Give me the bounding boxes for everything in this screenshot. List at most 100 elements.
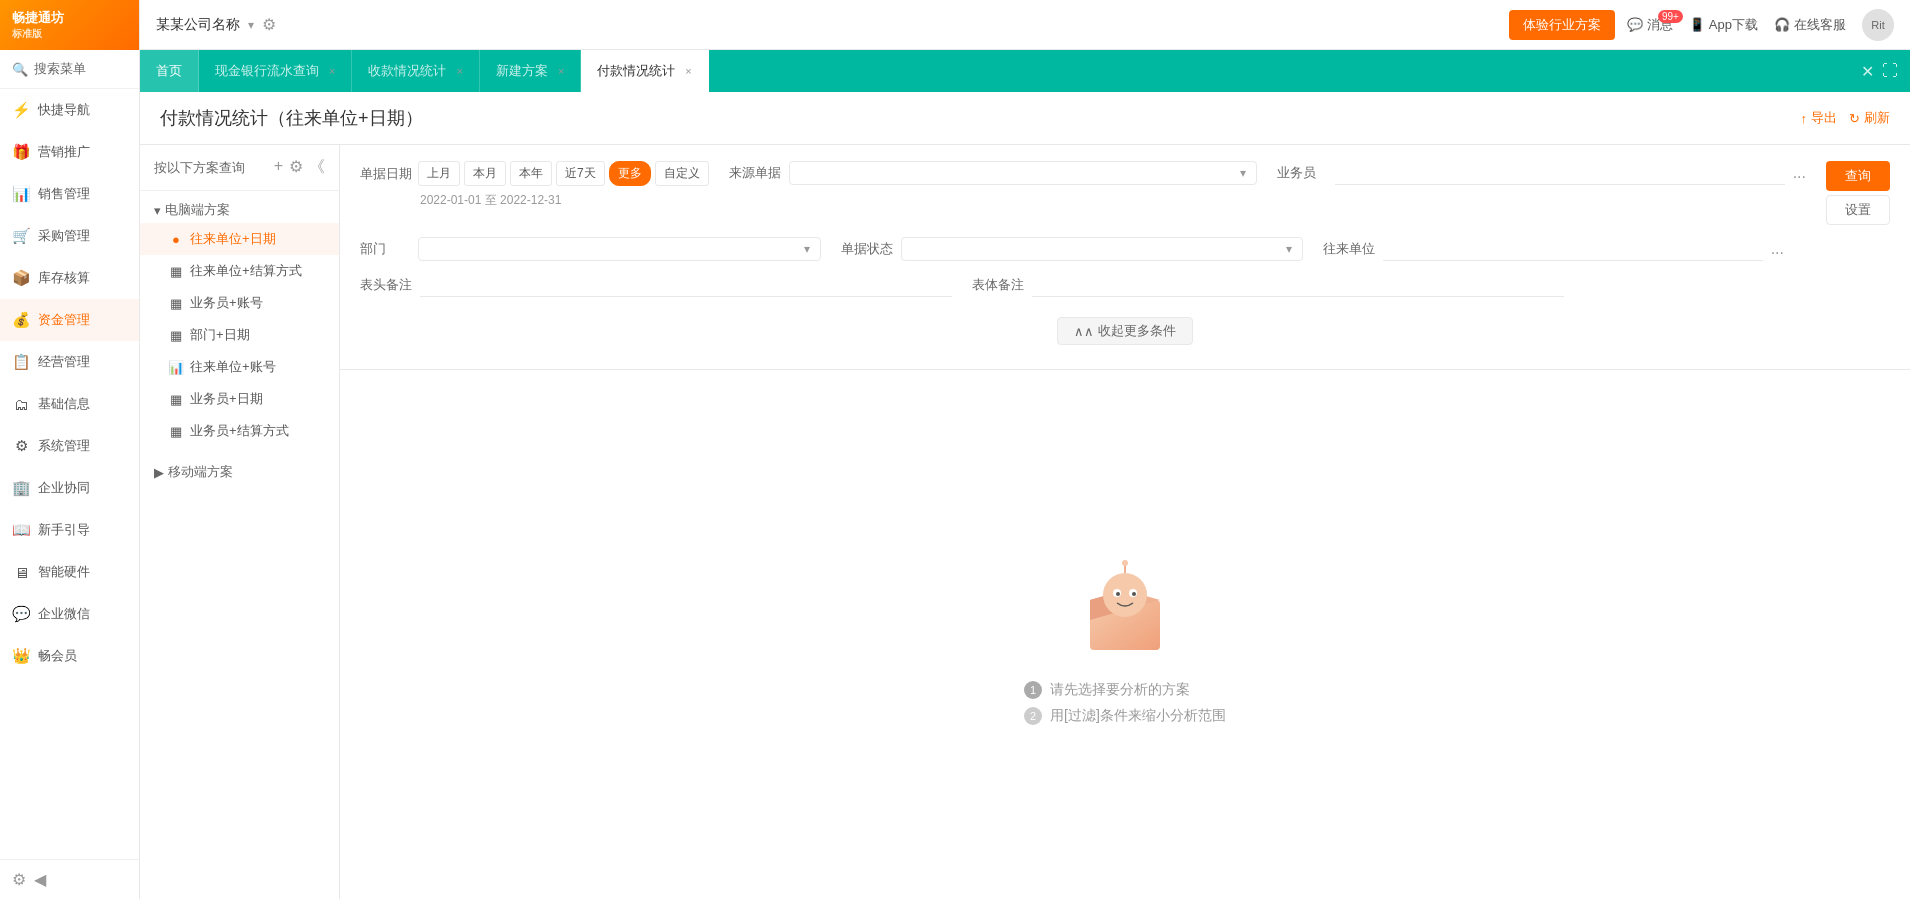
collapse-panel-icon[interactable]: 《 <box>309 157 325 178</box>
user-avatar[interactable]: Rit <box>1862 9 1894 41</box>
schema-group-desktop-header[interactable]: ▾ 电脑端方案 <box>140 197 339 223</box>
refresh-label: 刷新 <box>1864 109 1890 127</box>
phone-icon: 📱 <box>1689 17 1705 32</box>
query-button[interactable]: 查询 <box>1826 161 1890 191</box>
date-btn-this-month[interactable]: 本月 <box>464 161 506 186</box>
tab-bank-flow-close[interactable]: × <box>329 65 335 77</box>
inventory-icon: 📦 <box>12 269 30 287</box>
schema-item-partner-settlement[interactable]: ▦ 往来单位+结算方式 <box>140 255 339 287</box>
date-btn-7days[interactable]: 近7天 <box>556 161 605 186</box>
salesman-input[interactable] <box>1335 161 1784 185</box>
tab-fullscreen-icon[interactable]: ⛶ <box>1882 62 1898 80</box>
schema-group-mobile-header[interactable]: ▶ 移动端方案 <box>140 459 339 485</box>
date-btn-more[interactable]: 更多 <box>609 161 651 186</box>
tab-payment-close[interactable]: × <box>685 65 691 77</box>
add-scheme-icon[interactable]: + <box>274 157 283 178</box>
sidebar-settings-btn[interactable]: ⚙ <box>12 870 26 889</box>
tab-new-scheme[interactable]: 新建方案 × <box>480 50 581 92</box>
basic-info-icon: 🗂 <box>12 395 30 413</box>
quick-nav-icon: ⚡ <box>12 101 30 119</box>
table-icon-5: ▦ <box>168 423 184 439</box>
svg-point-7 <box>1132 592 1136 596</box>
schema-item-partner-date[interactable]: ● 往来单位+日期 <box>140 223 339 255</box>
source-bill-select[interactable]: ▾ <box>789 161 1258 185</box>
filter-row-2: 部门 ▾ 单据状态 ▾ <box>360 237 1890 261</box>
date-btn-last-month[interactable]: 上月 <box>418 161 460 186</box>
notifications-btn[interactable]: 💬 消息 99+ <box>1627 16 1673 34</box>
filter-partner: 往来单位 ... <box>1323 237 1784 261</box>
partner-more-icon[interactable]: ... <box>1771 240 1784 258</box>
schema-item-label: 业务员+日期 <box>190 390 263 408</box>
schema-item-dept-date[interactable]: ▦ 部门+日期 <box>140 319 339 351</box>
hardware-icon: 🖥 <box>12 563 30 581</box>
tab-new-scheme-close[interactable]: × <box>558 65 564 77</box>
sidebar-item-member[interactable]: 👑 畅会员 <box>0 635 139 677</box>
tab-close-all-icon[interactable]: ✕ <box>1861 62 1874 81</box>
dept-select[interactable]: ▾ <box>418 237 821 261</box>
sidebar-item-hardware[interactable]: 🖥 智能硬件 <box>0 551 139 593</box>
salesman-more-icon[interactable]: ... <box>1793 164 1806 182</box>
content-area: 按以下方案查询 + ⚙ 《 ▾ 电脑端方案 ● 往来单位+日期 <box>140 145 1910 899</box>
empty-tip-1: 1 请先选择要分析的方案 <box>1024 681 1226 699</box>
topbar-gear-icon[interactable]: ⚙ <box>262 15 276 34</box>
tab-home[interactable]: 首页 <box>140 50 199 92</box>
schema-item-partner-account[interactable]: 📊 往来单位+账号 <box>140 351 339 383</box>
app-download-label: App下载 <box>1709 16 1758 34</box>
tip-num-1: 1 <box>1024 681 1042 699</box>
sidebar: 畅捷通坊 标准版 🔍 搜索菜单 ⚡ 快捷导航 🎁 营销推广 📊 销售管理 🛒 采… <box>0 0 140 899</box>
sidebar-item-inventory[interactable]: 📦 库存核算 <box>0 257 139 299</box>
enterprise-icon: 🏢 <box>12 479 30 497</box>
capital-icon: 💰 <box>12 311 30 329</box>
settings-button[interactable]: 设置 <box>1826 195 1890 225</box>
export-btn[interactable]: ↑ 导出 <box>1801 109 1838 127</box>
tab-home-label: 首页 <box>156 62 182 80</box>
search-menu[interactable]: 🔍 搜索菜单 <box>0 50 139 89</box>
tab-collection-label: 收款情况统计 <box>368 62 446 80</box>
company-chevron-icon[interactable]: ▾ <box>248 18 254 32</box>
date-btn-custom[interactable]: 自定义 <box>655 161 709 186</box>
bill-status-select[interactable]: ▾ <box>901 237 1302 261</box>
sidebar-item-guide[interactable]: 📖 新手引导 <box>0 509 139 551</box>
schema-item-label: 业务员+结算方式 <box>190 422 289 440</box>
page: 付款情况统计（往来单位+日期） ↑ 导出 ↻ 刷新 按以下方案查询 + <box>140 92 1910 899</box>
query-buttons: 查询 设置 <box>1826 161 1890 225</box>
sidebar-item-capital[interactable]: 💰 资金管理 <box>0 299 139 341</box>
body-note-input[interactable] <box>1032 273 1564 297</box>
tab-bank-flow[interactable]: 现金银行流水查询 × <box>199 50 352 92</box>
sales-icon: 📊 <box>12 185 30 203</box>
sidebar-collapse-btn[interactable]: ◀ <box>34 870 46 889</box>
sidebar-item-label: 新手引导 <box>38 521 90 539</box>
trial-button[interactable]: 体验行业方案 <box>1509 10 1615 40</box>
tab-payment-stats[interactable]: 付款情况统计 × <box>581 50 708 92</box>
settings-scheme-icon[interactable]: ⚙ <box>289 157 303 178</box>
partner-input[interactable] <box>1383 237 1763 261</box>
sidebar-item-wechat[interactable]: 💬 企业微信 <box>0 593 139 635</box>
sidebar-item-purchase[interactable]: 🛒 采购管理 <box>0 215 139 257</box>
online-service-btn[interactable]: 🎧 在线客服 <box>1774 16 1846 34</box>
sidebar-item-label: 采购管理 <box>38 227 90 245</box>
date-btn-this-year[interactable]: 本年 <box>510 161 552 186</box>
collapse-more-btn[interactable]: ∧∧ 收起更多条件 <box>1057 317 1193 345</box>
schema-item-salesman-date[interactable]: ▦ 业务员+日期 <box>140 383 339 415</box>
sidebar-item-marketing[interactable]: 🎁 营销推广 <box>0 131 139 173</box>
schema-item-salesman-settlement[interactable]: ▦ 业务员+结算方式 <box>140 415 339 447</box>
date-range-display: 2022-01-01 至 2022-12-31 <box>420 193 561 207</box>
refresh-btn[interactable]: ↻ 刷新 <box>1849 109 1890 127</box>
tab-payment-label: 付款情况统计 <box>597 62 675 80</box>
sidebar-item-sales[interactable]: 📊 销售管理 <box>0 173 139 215</box>
sidebar-item-system[interactable]: ⚙ 系统管理 <box>0 425 139 467</box>
purchase-icon: 🛒 <box>12 227 30 245</box>
schema-item-salesman-account[interactable]: ▦ 业务员+账号 <box>140 287 339 319</box>
sidebar-item-operations[interactable]: 📋 经营管理 <box>0 341 139 383</box>
tab-collection-stats[interactable]: 收款情况统计 × <box>352 50 479 92</box>
header-note-input[interactable] <box>420 273 952 297</box>
sidebar-item-enterprise[interactable]: 🏢 企业协同 <box>0 467 139 509</box>
sidebar-item-basic-info[interactable]: 🗂 基础信息 <box>0 383 139 425</box>
tabbar-right: ✕ ⛶ <box>1849 50 1910 92</box>
chart-icon: 📊 <box>168 359 184 375</box>
sidebar-item-quick-nav[interactable]: ⚡ 快捷导航 <box>0 89 139 131</box>
page-actions: ↑ 导出 ↻ 刷新 <box>1801 109 1891 127</box>
sidebar-item-label: 销售管理 <box>38 185 90 203</box>
app-download-btn[interactable]: 📱 App下载 <box>1689 16 1758 34</box>
tab-collection-close[interactable]: × <box>456 65 462 77</box>
